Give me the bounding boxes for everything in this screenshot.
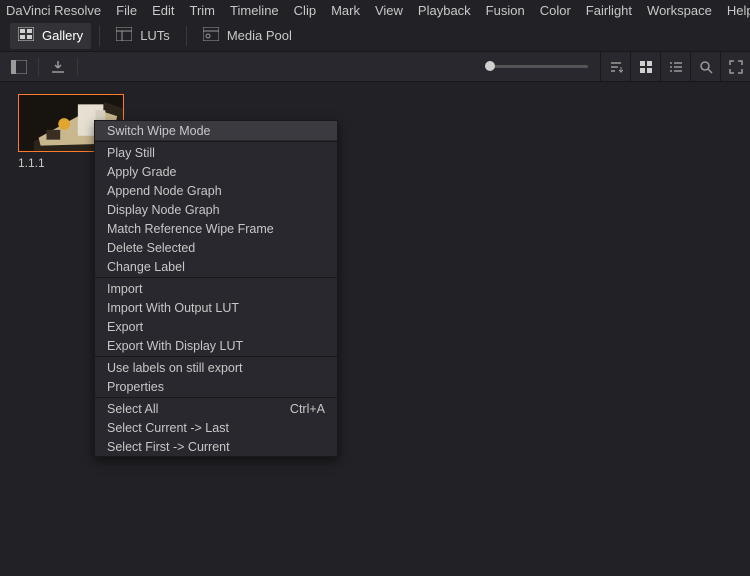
menu-item[interactable]: Help [727,3,750,18]
thumbnail-size-slider[interactable] [488,65,588,68]
download-icon[interactable] [43,52,73,82]
separator [95,141,337,142]
menu-item[interactable]: DaVinci Resolve [6,3,101,18]
menu-item[interactable]: Color [540,3,571,18]
media-pool-button[interactable]: Media Pool [195,23,300,49]
menu-item[interactable]: Fusion [486,3,525,18]
toolbar: Gallery LUTs Media Pool [0,20,750,52]
ctx-display-node-graph[interactable]: Display Node Graph [95,200,337,219]
luts-button[interactable]: LUTs [108,23,178,49]
ctx-append-node-graph[interactable]: Append Node Graph [95,181,337,200]
ctx-export[interactable]: Export [95,317,337,336]
separator [38,58,39,76]
ctx-select-all[interactable]: Select AllCtrl+A [95,399,337,418]
menu-item[interactable]: View [375,3,403,18]
menu-item[interactable]: Timeline [230,3,279,18]
ctx-play-still[interactable]: Play Still [95,143,337,162]
separator [186,26,187,46]
gallery-content: 1.1.1 Switch Wipe Mode Play Still Apply … [0,82,750,576]
luts-icon [116,27,132,44]
ctx-switch-wipe-mode[interactable]: Switch Wipe Mode [95,121,337,140]
fullscreen-icon[interactable] [720,52,750,82]
gallery-icon [18,27,34,44]
control-bar [0,52,750,82]
ctx-delete-selected[interactable]: Delete Selected [95,238,337,257]
ctx-select-first-current[interactable]: Select First -> Current [95,437,337,456]
context-menu: Switch Wipe Mode Play Still Apply Grade … [94,120,338,457]
ctx-use-labels-on-still-export[interactable]: Use labels on still export [95,358,337,377]
menu-item[interactable]: Fairlight [586,3,632,18]
menu-item[interactable]: Trim [190,3,216,18]
gallery-label: Gallery [42,28,83,43]
sort-icon[interactable] [600,52,630,82]
ctx-import[interactable]: Import [95,279,337,298]
ctx-match-reference-wipe-frame[interactable]: Match Reference Wipe Frame [95,219,337,238]
ctx-select-current-last[interactable]: Select Current -> Last [95,418,337,437]
separator [95,397,337,398]
shortcut: Ctrl+A [290,402,325,416]
separator [95,356,337,357]
sidebar-toggle-icon[interactable] [4,52,34,82]
gallery-button[interactable]: Gallery [10,23,91,49]
separator [77,58,78,76]
luts-label: LUTs [140,28,170,43]
media-pool-icon [203,27,219,44]
media-pool-label: Media Pool [227,28,292,43]
menu-item[interactable]: Playback [418,3,471,18]
list-view-icon[interactable] [660,52,690,82]
ctx-change-label[interactable]: Change Label [95,257,337,276]
ctx-properties[interactable]: Properties [95,377,337,396]
menu-item[interactable]: Edit [152,3,174,18]
separator [95,277,337,278]
ctx-export-with-display-lut[interactable]: Export With Display LUT [95,336,337,355]
search-icon[interactable] [690,52,720,82]
menu-item[interactable]: Workspace [647,3,712,18]
menu-item[interactable]: File [116,3,137,18]
menu-item[interactable]: Mark [331,3,360,18]
menu-bar: DaVinci Resolve File Edit Trim Timeline … [0,0,750,20]
ctx-apply-grade[interactable]: Apply Grade [95,162,337,181]
grid-view-icon[interactable] [630,52,660,82]
slider-knob[interactable] [485,61,495,71]
menu-item[interactable]: Clip [294,3,316,18]
ctx-import-with-output-lut[interactable]: Import With Output LUT [95,298,337,317]
separator [99,26,100,46]
